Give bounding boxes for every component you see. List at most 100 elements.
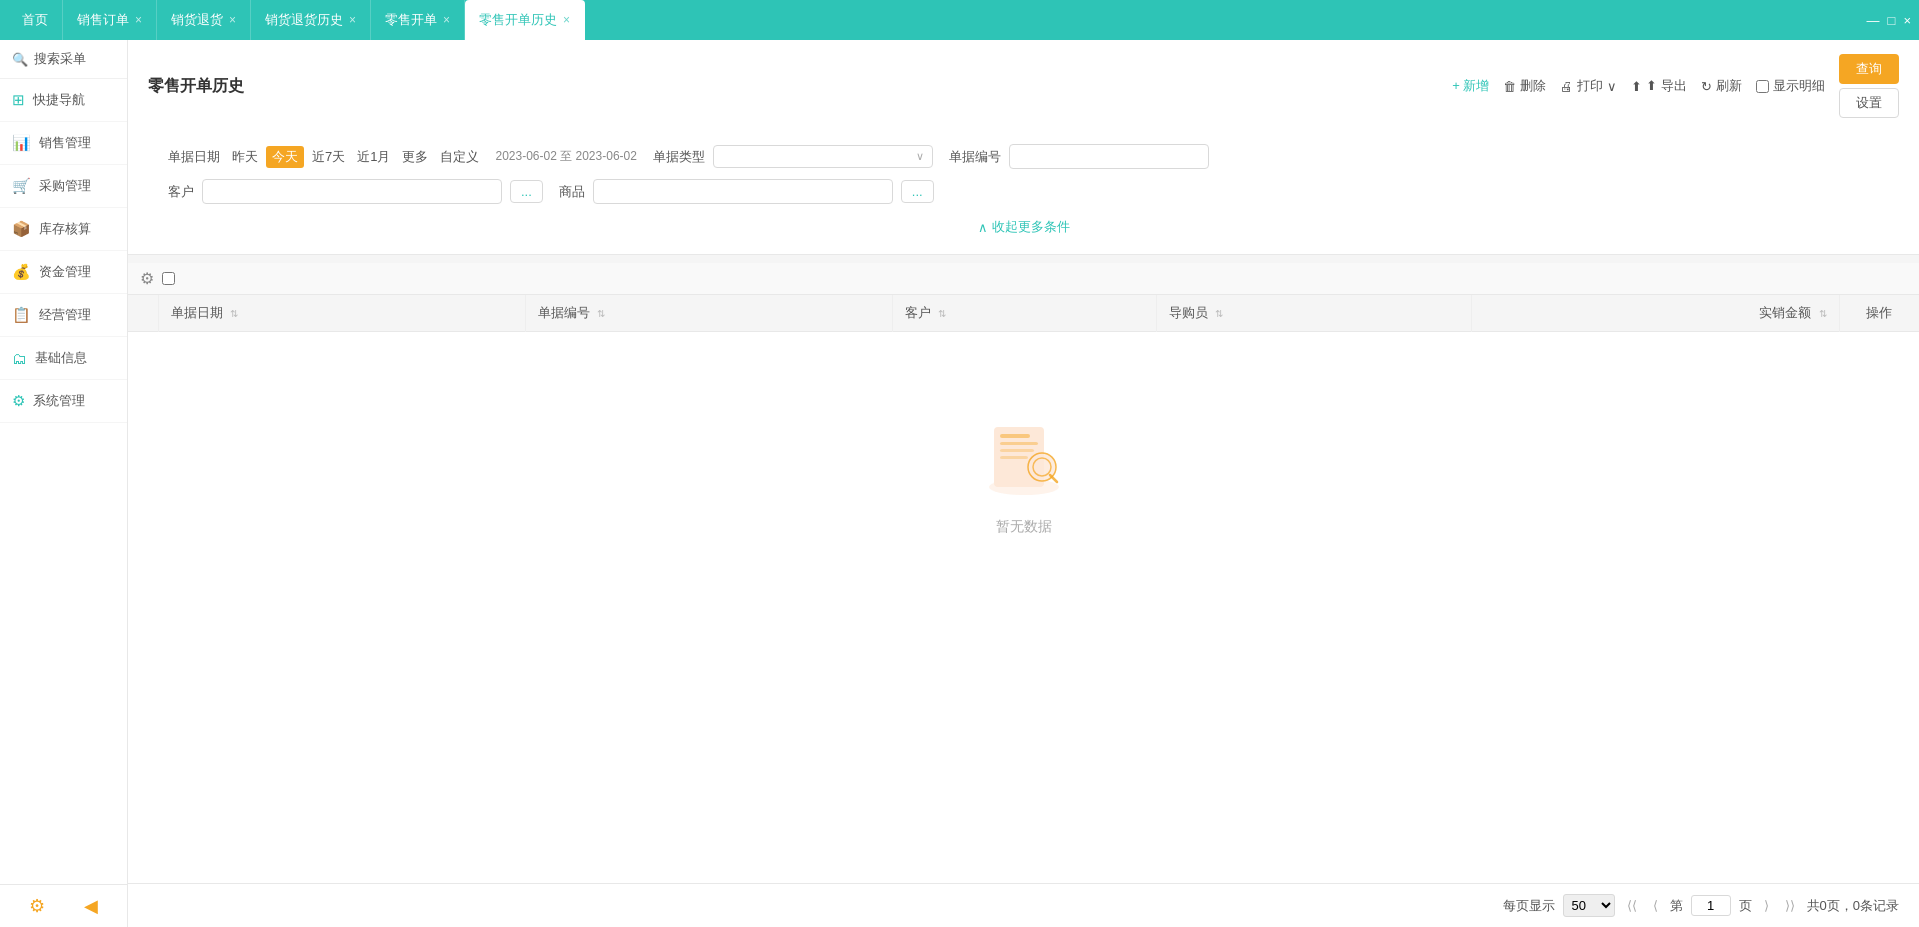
date-opt-1month[interactable]: 近1月 [353, 146, 394, 168]
th-date[interactable]: 单据日期 ⇅ [158, 295, 525, 332]
sidebar-item-system-label: 系统管理 [33, 392, 85, 410]
settings-bottom-icon[interactable]: ⚙ [29, 895, 45, 917]
sidebar-item-system[interactable]: ⚙ 系统管理 [0, 380, 127, 423]
sidebar-search[interactable]: 🔍 搜索采单 [0, 40, 127, 79]
tab-retail-label: 零售开单 [385, 11, 437, 29]
show-detail-checkbox-wrapper[interactable]: 显示明细 [1756, 77, 1825, 95]
sidebar-item-purchase-label: 采购管理 [39, 177, 91, 195]
page-title-row: 零售开单历史 + 新增 🗑 删除 🖨 打印 ∨ ⬆ [148, 54, 1899, 118]
prev-page-btn[interactable]: ⟨ [1649, 896, 1662, 915]
svg-rect-5 [1000, 456, 1028, 459]
th-salesperson-sort[interactable]: ⇅ [1215, 308, 1223, 319]
sidebar-item-operations[interactable]: 📋 经营管理 [0, 294, 127, 337]
pagination-bar: 每页显示 50 20 100 ⟨⟨ ⟨ 第 页 ⟩ ⟩⟩ 共0页，0条记录 [128, 883, 1919, 927]
sidebar-item-sales[interactable]: 📊 销售管理 [0, 122, 127, 165]
next-page-btn[interactable]: ⟩ [1760, 896, 1773, 915]
th-amount-sort[interactable]: ⇅ [1819, 308, 1827, 319]
sidebar-search-label: 搜索采单 [34, 50, 86, 68]
tab-sales-order[interactable]: 销售订单 × [63, 0, 157, 40]
print-icon: 🖨 [1560, 79, 1573, 94]
table-settings-icon[interactable]: ⚙ [140, 269, 154, 288]
sidebar-item-purchase[interactable]: 🛒 采购管理 [0, 165, 127, 208]
sidebar-item-sales-label: 销售管理 [39, 134, 91, 152]
tab-retail-close[interactable]: × [443, 13, 450, 27]
filter-type-select[interactable]: ∨ [713, 145, 933, 168]
tab-return-history[interactable]: 销货退货历史 × [251, 0, 371, 40]
filter-goods-input[interactable] [593, 179, 893, 204]
filter-customer: 客户 ... [168, 179, 543, 204]
first-page-btn[interactable]: ⟨⟨ [1623, 896, 1641, 915]
th-amount[interactable]: 实销金额 ⇅ [1472, 295, 1839, 332]
add-button[interactable]: + 新增 [1452, 77, 1489, 95]
select-all-checkbox[interactable] [162, 272, 175, 285]
window-maximize[interactable]: □ [1888, 13, 1896, 28]
tab-return-close[interactable]: × [229, 13, 236, 27]
inventory-icon: 📦 [12, 220, 31, 238]
delete-button-label: 删除 [1520, 77, 1546, 95]
page-input[interactable] [1691, 895, 1731, 916]
tab-retail[interactable]: 零售开单 × [371, 0, 465, 40]
filter-customer-ellipsis[interactable]: ... [510, 180, 543, 203]
th-customer-sort[interactable]: ⇅ [938, 308, 946, 319]
export-button[interactable]: ⬆ ⬆ 导出 [1631, 77, 1687, 95]
per-page-select[interactable]: 50 20 100 [1563, 894, 1615, 917]
sidebar-item-quicknav-label: 快捷导航 [33, 91, 85, 109]
basicinfo-icon: 🗂 [12, 350, 27, 367]
th-date-sort[interactable]: ⇅ [230, 308, 238, 319]
tab-return[interactable]: 销货退货 × [157, 0, 251, 40]
filter-number-input[interactable] [1009, 144, 1209, 169]
sidebar-item-finance[interactable]: 💰 资金管理 [0, 251, 127, 294]
system-icon: ⚙ [12, 392, 25, 410]
collapse-sidebar-icon[interactable]: ◀ [84, 895, 98, 917]
sidebar-bottom: ⚙ ◀ [0, 884, 127, 927]
th-salesperson-label: 导购员 [1169, 305, 1208, 320]
date-opt-custom[interactable]: 自定义 [436, 146, 483, 168]
print-arrow-icon: ∨ [1607, 79, 1617, 94]
th-number[interactable]: 单据编号 ⇅ [525, 295, 892, 332]
toolbar: + 新增 🗑 删除 🖨 打印 ∨ ⬆ ⬆ 导出 [1452, 54, 1899, 118]
print-button[interactable]: 🖨 打印 ∨ [1560, 77, 1617, 95]
sidebar-item-basicinfo-label: 基础信息 [35, 349, 87, 367]
th-checkbox [128, 295, 158, 332]
refresh-icon: ↻ [1701, 79, 1712, 94]
th-customer[interactable]: 客户 ⇅ [892, 295, 1156, 332]
sidebar-item-basicinfo[interactable]: 🗂 基础信息 [0, 337, 127, 380]
tab-sales-order-close[interactable]: × [135, 13, 142, 27]
filter-type-arrow: ∨ [916, 150, 924, 163]
filter-customer-input[interactable] [202, 179, 502, 204]
date-opt-today[interactable]: 今天 [266, 146, 304, 168]
collapse-more-conditions[interactable]: ∧ 收起更多条件 [168, 214, 1879, 244]
page-title: 零售开单历史 [148, 76, 244, 97]
tab-retail-history[interactable]: 零售开单历史 × [465, 0, 585, 40]
empty-text: 暂无数据 [996, 518, 1052, 536]
date-opt-7days[interactable]: 近7天 [308, 146, 349, 168]
filter-type-label: 单据类型 [653, 148, 705, 166]
delete-button[interactable]: 🗑 删除 [1503, 77, 1546, 95]
table-header: 单据日期 ⇅ 单据编号 ⇅ 客户 ⇅ 导购员 ⇅ [128, 295, 1919, 332]
date-opt-yesterday[interactable]: 昨天 [228, 146, 262, 168]
settings-button[interactable]: 设置 [1839, 88, 1899, 118]
window-close[interactable]: × [1903, 13, 1911, 28]
operations-icon: 📋 [12, 306, 31, 324]
date-opt-more[interactable]: 更多 [398, 146, 432, 168]
tab-return-history-close[interactable]: × [349, 13, 356, 27]
svg-rect-3 [1000, 442, 1038, 445]
table-body: 暂无数据 [128, 332, 1919, 617]
th-date-label: 单据日期 [171, 305, 223, 320]
last-page-btn[interactable]: ⟩⟩ [1781, 896, 1799, 915]
tab-retail-history-label: 零售开单历史 [479, 11, 557, 29]
th-number-sort[interactable]: ⇅ [597, 308, 605, 319]
th-amount-label: 实销金额 [1759, 305, 1811, 320]
sidebar-item-quicknav[interactable]: ⊞ 快捷导航 [0, 79, 127, 122]
search-icon: 🔍 [12, 52, 28, 67]
table-wrapper: ⚙ 单据日期 ⇅ 单据编号 ⇅ [128, 263, 1919, 883]
tab-home[interactable]: 首页 [8, 0, 63, 40]
tab-retail-history-close[interactable]: × [563, 13, 570, 27]
query-button[interactable]: 查询 [1839, 54, 1899, 84]
window-minimize[interactable]: — [1867, 13, 1880, 28]
sidebar-item-inventory[interactable]: 📦 库存核算 [0, 208, 127, 251]
refresh-button[interactable]: ↻ 刷新 [1701, 77, 1742, 95]
show-detail-checkbox[interactable] [1756, 80, 1769, 93]
th-salesperson[interactable]: 导购员 ⇅ [1156, 295, 1472, 332]
filter-goods-ellipsis[interactable]: ... [901, 180, 934, 203]
